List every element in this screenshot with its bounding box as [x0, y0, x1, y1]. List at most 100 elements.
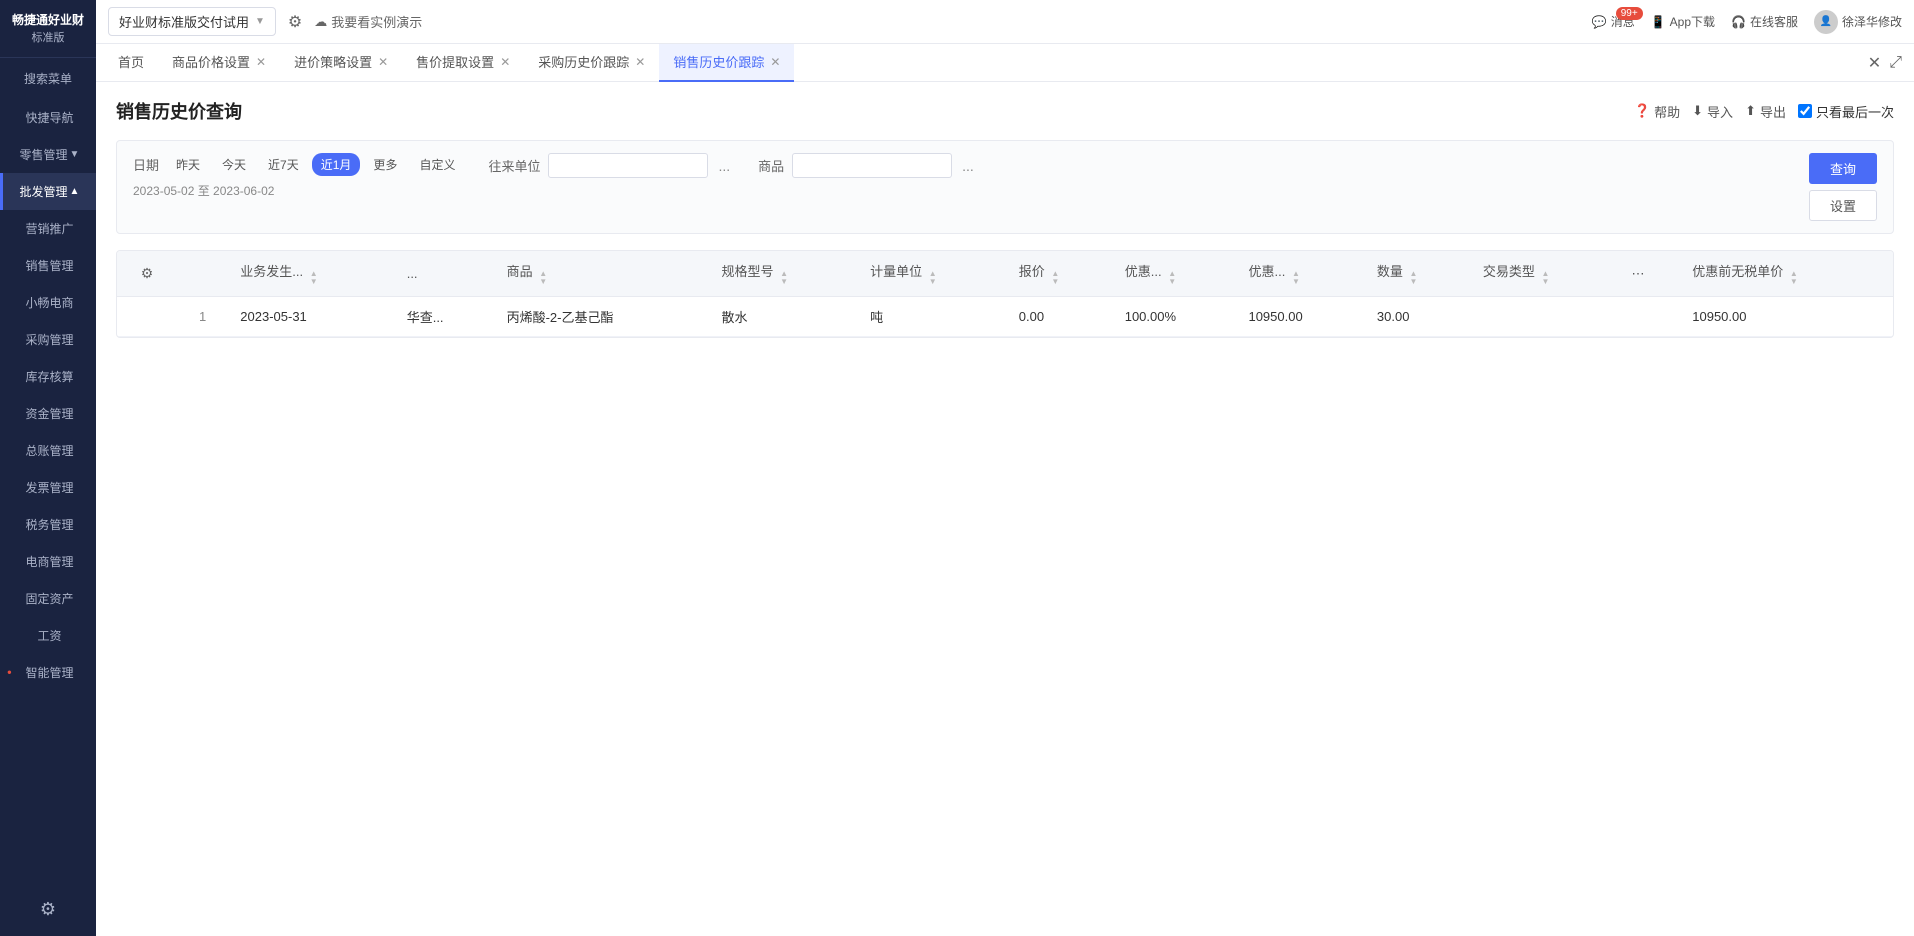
tab-close-icon[interactable]: ✕: [256, 55, 266, 69]
date-last1month-btn[interactable]: 近1月: [312, 153, 361, 176]
help-button[interactable]: ❓ 帮助: [1634, 102, 1680, 121]
sidebar-search-menu[interactable]: 搜索菜单: [0, 58, 96, 99]
page-header: 销售历史价查询 ❓ 帮助 ⬇ 导入 ⬆ 导出: [116, 98, 1894, 124]
sidebar-item-invoice-mgmt[interactable]: 发票管理: [0, 469, 96, 506]
tab-home[interactable]: 首页: [104, 44, 158, 82]
sidebar-item-inventory[interactable]: 库存核算: [0, 358, 96, 395]
query-button[interactable]: 查询: [1809, 153, 1877, 184]
date-options: 昨天 今天 近7天 近1月 更多 自定义: [167, 153, 464, 176]
date-more-btn[interactable]: 更多: [364, 153, 406, 176]
phone-icon: 📱: [1651, 15, 1666, 29]
col-trans-type[interactable]: 交易类型 ▲ ▼: [1471, 251, 1620, 297]
export-button[interactable]: ⬆ 导出: [1745, 102, 1786, 121]
settings-button[interactable]: 设置: [1809, 190, 1877, 221]
row-quote-cell: 0.00: [1007, 297, 1113, 337]
sidebar-item-general-ledger[interactable]: 总账管理: [0, 432, 96, 469]
message-badge: 99+: [1616, 7, 1643, 20]
tab-product-price[interactable]: 商品价格设置 ✕: [158, 44, 280, 82]
row-unit-cell: 吨: [858, 297, 1007, 337]
row-more-end-cell: [1620, 297, 1681, 337]
demo-link[interactable]: ☁ 我要看实例演示: [314, 12, 422, 31]
col-qty[interactable]: 数量 ▲ ▼: [1365, 251, 1471, 297]
tab-sale-price-label: 售价提取设置: [416, 52, 494, 71]
message-action[interactable]: 💬 消息 99+: [1592, 13, 1635, 30]
tab-close-icon[interactable]: ✕: [378, 55, 388, 69]
sidebar-item-smart-mgmt[interactable]: 智能管理: [0, 654, 96, 691]
only-last-checkbox[interactable]: [1798, 104, 1812, 118]
sidebar-item-purchase-mgmt[interactable]: 采购管理: [0, 321, 96, 358]
sidebar-item-wholesale-mgmt[interactable]: 批发管理 ▲: [0, 173, 96, 210]
date-range-display: 2023-05-02 至 2023-06-02: [133, 182, 464, 199]
export-label: 导出: [1760, 102, 1786, 121]
date-yesterday-btn[interactable]: 昨天: [167, 153, 209, 176]
date-filter-group: 日期 昨天 今天 近7天 近1月 更多 自定义 2023-05-02 至 202…: [133, 153, 464, 199]
sidebar-settings-icon[interactable]: ⚙: [8, 891, 88, 928]
import-button[interactable]: ⬇ 导入: [1692, 102, 1733, 121]
sort-icons: ▲ ▼: [1410, 270, 1418, 286]
demo-label: 我要看实例演示: [331, 12, 422, 31]
tab-sale-price[interactable]: 售价提取设置 ✕: [402, 44, 524, 82]
user-menu[interactable]: 👤 徐泽华修改: [1814, 10, 1902, 34]
sidebar-item-fixed-assets[interactable]: 固定资产: [0, 580, 96, 617]
search-menu-label[interactable]: 搜索菜单: [8, 66, 88, 91]
sidebar-item-marketing[interactable]: 营销推广: [0, 210, 96, 247]
col-row-num: [177, 251, 228, 297]
content-area: 销售历史价查询 ❓ 帮助 ⬇ 导入 ⬆ 导出: [96, 82, 1914, 936]
tab-close-icon[interactable]: ✕: [770, 55, 780, 69]
tab-sale-history[interactable]: 销售历史价跟踪 ✕: [659, 44, 794, 82]
tab-close-icon[interactable]: ✕: [500, 55, 510, 69]
col-discount1[interactable]: 优惠... ▲ ▼: [1113, 251, 1237, 297]
col-discount2[interactable]: 优惠... ▲ ▼: [1236, 251, 1364, 297]
date-today-btn[interactable]: 今天: [213, 153, 255, 176]
product-input[interactable]: [792, 153, 952, 178]
col-unit-label: 计量单位: [870, 264, 922, 279]
sidebar-item-label: 总账管理: [25, 444, 73, 458]
col-spec[interactable]: 规格型号 ▲ ▼: [709, 251, 858, 297]
topbar-settings-icon[interactable]: ⚙: [284, 8, 306, 36]
row-extra-cell: 华查...: [395, 297, 495, 337]
sort-icons: ▲ ▼: [780, 270, 788, 286]
tab-purchase-history[interactable]: 采购历史价跟踪 ✕: [524, 44, 659, 82]
sidebar-item-ecommerce-mgmt[interactable]: 电商管理: [0, 543, 96, 580]
sidebar-item-quick-nav[interactable]: 快捷导航: [0, 99, 96, 136]
page-actions: ❓ 帮助 ⬇ 导入 ⬆ 导出 只看最后一次: [1634, 102, 1894, 121]
sidebar-item-payroll[interactable]: 工资: [0, 617, 96, 654]
col-biz-date[interactable]: 业务发生... ▲ ▼: [228, 251, 394, 297]
sidebar-item-sales-mgmt[interactable]: 销售管理: [0, 247, 96, 284]
sort-desc-icon: ▼: [929, 278, 937, 286]
row-qty-cell: 30.00: [1365, 297, 1471, 337]
online-service-action[interactable]: 🎧 在线客服: [1731, 13, 1798, 30]
tab-close-icon[interactable]: ✕: [635, 55, 645, 69]
col-quote[interactable]: 报价 ▲ ▼: [1007, 251, 1113, 297]
filter-bar: 日期 昨天 今天 近7天 近1月 更多 自定义 2023-05-02 至 202…: [116, 140, 1894, 234]
sidebar-item-capital-mgmt[interactable]: 资金管理: [0, 395, 96, 432]
col-pre-tax-price-label: 优惠前无税单价: [1692, 264, 1783, 279]
table-row[interactable]: 1 2023-05-31 华查... 丙烯酸-2-乙基己酯 散水 吨 0.00 …: [117, 297, 1893, 337]
col-biz-date-label: 业务发生...: [240, 264, 303, 279]
main-area: 好业财标准版交付试用 ▼ ⚙ ☁ 我要看实例演示 💬 消息 99+ 📱 App下…: [96, 0, 1914, 936]
sidebar-item-label: 批发管理: [20, 183, 68, 200]
filter-actions: 查询 设置: [1809, 153, 1877, 221]
close-panel-button[interactable]: ✕: [1868, 53, 1881, 73]
col-more-end: ⋯: [1620, 251, 1681, 297]
app-download-action[interactable]: 📱 App下载: [1651, 13, 1715, 30]
source-unit-dots-btn[interactable]: ...: [714, 156, 734, 176]
col-product[interactable]: 商品 ▲ ▼: [495, 251, 710, 297]
gear-icon[interactable]: ⚙: [141, 265, 154, 281]
col-pre-tax-price[interactable]: 优惠前无税单价 ▲ ▼: [1680, 251, 1893, 297]
sidebar-item-retail-mgmt[interactable]: 零售管理 ▼: [0, 136, 96, 173]
app-select-label: 好业财标准版交付试用: [119, 12, 249, 31]
sort-desc-icon: ▼: [1051, 278, 1059, 286]
date-custom-btn[interactable]: 自定义: [410, 153, 464, 176]
tab-purchase-strategy[interactable]: 进价策略设置 ✕: [280, 44, 402, 82]
maximize-panel-button[interactable]: ⤢: [1889, 54, 1902, 72]
sidebar-item-xiaochang[interactable]: 小畅电商: [0, 284, 96, 321]
date-last7days-btn[interactable]: 近7天: [259, 153, 308, 176]
date-filter-label: 日期: [133, 155, 159, 174]
source-unit-input[interactable]: [548, 153, 708, 178]
sidebar-item-label: 资金管理: [25, 407, 73, 421]
col-unit[interactable]: 计量单位 ▲ ▼: [858, 251, 1007, 297]
app-select-dropdown[interactable]: 好业财标准版交付试用 ▼: [108, 7, 276, 36]
product-dots-btn[interactable]: ...: [958, 156, 978, 176]
sidebar-item-tax-mgmt[interactable]: 税务管理: [0, 506, 96, 543]
